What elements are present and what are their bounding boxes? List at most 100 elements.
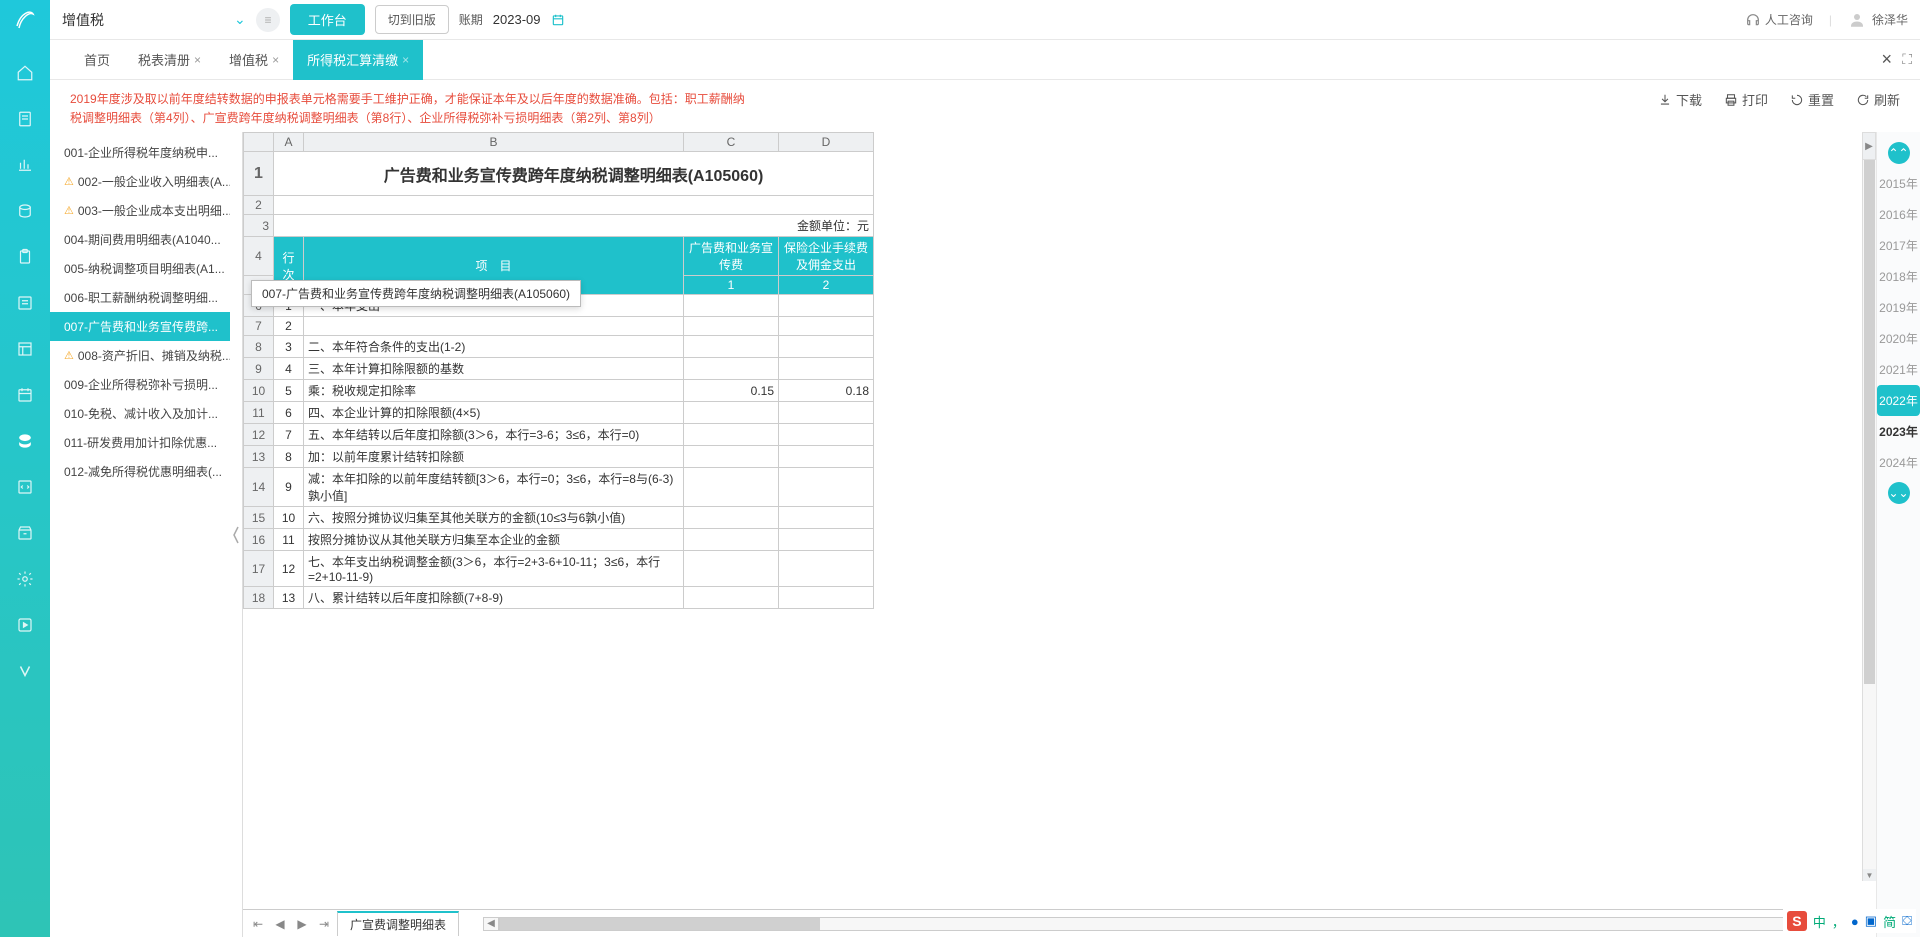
close-icon[interactable]: × bbox=[272, 53, 279, 67]
ime-hint[interactable]: 中 bbox=[1813, 912, 1826, 931]
list-item[interactable]: 006-职工薪酬纳税调整明细... bbox=[50, 283, 230, 312]
app-logo-icon bbox=[13, 8, 37, 32]
tax-icon[interactable] bbox=[15, 431, 35, 451]
v-icon[interactable] bbox=[15, 661, 35, 681]
tab-taxlist[interactable]: 税表清册× bbox=[124, 40, 215, 80]
tooltip: 007-广告费和业务宣传费跨年度纳税调整明细表(A105060) bbox=[251, 280, 581, 307]
year-option[interactable]: 2024年 bbox=[1877, 447, 1920, 478]
scroll-down-icon[interactable]: ▼ bbox=[1863, 869, 1876, 881]
template-icon[interactable] bbox=[15, 339, 35, 359]
year-option[interactable]: 2020年 bbox=[1877, 323, 1920, 354]
year-option[interactable]: 2016年 bbox=[1877, 199, 1920, 230]
list-item[interactable]: ⚠003-一般企业成本支出明细... bbox=[50, 196, 230, 225]
ime-hint[interactable]: ● bbox=[1851, 914, 1859, 929]
year-option[interactable]: 2021年 bbox=[1877, 354, 1920, 385]
topbar: 增值税 ⌄ 工作台 切到旧版 账期 2023-09 人工咨询 | 徐泽华 bbox=[50, 0, 1920, 40]
year-option[interactable]: 2015年 bbox=[1877, 168, 1920, 199]
sheet-tab[interactable]: 广宣费调整明细表 bbox=[337, 911, 459, 936]
tab-home[interactable]: 首页 bbox=[70, 40, 124, 80]
archive-icon[interactable] bbox=[15, 523, 35, 543]
ime-bar: S 中 ， ● ▣ 简 ⛋ bbox=[1783, 909, 1916, 933]
list-item[interactable]: ⚠008-资产折旧、摊销及纳税... bbox=[50, 341, 230, 370]
headset-icon[interactable]: 人工咨询 bbox=[1745, 11, 1813, 28]
page-title: 增值税 bbox=[62, 10, 232, 30]
expand-panel-icon[interactable]: ▶ bbox=[1862, 132, 1876, 160]
home-icon[interactable] bbox=[15, 63, 35, 83]
list-item[interactable]: 001-企业所得税年度纳税申... bbox=[50, 138, 230, 167]
year-option[interactable]: 2019年 bbox=[1877, 292, 1920, 323]
year-up-icon[interactable]: ⌃⌃ bbox=[1888, 142, 1910, 164]
scroll-thumb[interactable] bbox=[500, 918, 820, 930]
reset-button[interactable]: 重置 bbox=[1790, 90, 1834, 109]
collapse-handle[interactable] bbox=[230, 132, 242, 937]
ime-hint[interactable]: 简 bbox=[1883, 912, 1896, 931]
print-button[interactable]: 打印 bbox=[1724, 90, 1768, 109]
sogou-icon[interactable]: S bbox=[1787, 911, 1807, 931]
list-item[interactable]: 004-期间费用明细表(A1040... bbox=[50, 225, 230, 254]
period-value: 2023-09 bbox=[493, 12, 541, 27]
grid-corner bbox=[244, 133, 274, 152]
warning-text: 2019年度涉及取以前年度结转数据的申报表单元格需要手工维护正确，才能保证本年及… bbox=[70, 90, 750, 128]
money-icon[interactable] bbox=[15, 201, 35, 221]
chart-icon[interactable] bbox=[15, 155, 35, 175]
vertical-scrollbar[interactable]: ▲ ▼ bbox=[1862, 132, 1876, 881]
year-option[interactable]: 2018年 bbox=[1877, 261, 1920, 292]
list-item[interactable]: 010-免税、减计收入及加计... bbox=[50, 399, 230, 428]
unit-label: 金额单位：元 bbox=[274, 215, 874, 237]
col-header[interactable]: D bbox=[779, 133, 874, 152]
list-item[interactable]: 005-纳税调整项目明细表(A1... bbox=[50, 254, 230, 283]
user-menu[interactable]: 徐泽华 bbox=[1848, 11, 1908, 29]
year-option[interactable]: 2023年 bbox=[1877, 416, 1920, 447]
download-button[interactable]: 下载 bbox=[1658, 90, 1702, 109]
close-icon[interactable]: × bbox=[402, 53, 409, 67]
tab-vat[interactable]: 增值税× bbox=[215, 40, 293, 80]
year-rail: ⌃⌃ 2015年 2016年 2017年 2018年 2019年 2020年 2… bbox=[1876, 132, 1920, 937]
clipboard-icon[interactable] bbox=[15, 247, 35, 267]
old-version-button[interactable]: 切到旧版 bbox=[375, 5, 449, 34]
horizontal-scrollbar[interactable]: ◀ ▶ bbox=[483, 917, 1870, 931]
ime-hint[interactable]: ， bbox=[1832, 912, 1845, 931]
tab-incometax[interactable]: 所得税汇算清缴× bbox=[293, 40, 423, 80]
col-header[interactable]: C bbox=[684, 133, 779, 152]
list-item[interactable]: 011-研发费用加计扣除优惠... bbox=[50, 428, 230, 457]
list-item[interactable]: 007-广告费和业务宣传费跨... bbox=[50, 312, 230, 341]
ime-hint[interactable]: ⛋ bbox=[1902, 913, 1912, 929]
manual-consult-label: 人工咨询 bbox=[1765, 11, 1813, 28]
year-option[interactable]: 2022年 bbox=[1877, 385, 1920, 416]
list-item[interactable]: 009-企业所得税弥补亏损明... bbox=[50, 370, 230, 399]
doc-icon[interactable] bbox=[15, 109, 35, 129]
col-header[interactable]: B bbox=[304, 133, 684, 152]
calendar-picker-icon[interactable] bbox=[551, 13, 565, 27]
sheet-nav-next-icon[interactable]: ▶ bbox=[293, 917, 311, 931]
spreadsheet[interactable]: A B C D 1广告费和业务宣传费跨年度纳税调整明细表(A105060) 2 … bbox=[243, 132, 1876, 909]
list-item[interactable]: 012-减免所得税优惠明细表(... bbox=[50, 457, 230, 486]
scroll-thumb[interactable] bbox=[1864, 144, 1875, 684]
gear-icon[interactable] bbox=[15, 569, 35, 589]
maximize-icon[interactable]: ⛶ bbox=[1902, 51, 1912, 68]
warn-icon: ⚠ bbox=[64, 175, 74, 188]
scroll-left-icon[interactable]: ◀ bbox=[483, 917, 499, 931]
year-down-icon[interactable]: ⌄⌄ bbox=[1888, 482, 1910, 504]
sheet-nav-last-icon[interactable]: ⇥ bbox=[315, 917, 333, 931]
sheet-tabs: ⇤ ◀ ▶ ⇥ 广宣费调整明细表 ◀ ▶ bbox=[243, 909, 1876, 937]
warn-icon: ⚠ bbox=[64, 204, 74, 217]
sheet-nav-first-icon[interactable]: ⇤ bbox=[249, 917, 267, 931]
play-icon[interactable] bbox=[15, 615, 35, 635]
col-header[interactable]: A bbox=[274, 133, 304, 152]
list-icon[interactable] bbox=[15, 293, 35, 313]
sheet-title: 广告费和业务宣传费跨年度纳税调整明细表(A105060) bbox=[274, 152, 874, 196]
period-label: 账期 bbox=[459, 11, 483, 28]
close-icon[interactable]: × bbox=[194, 53, 201, 67]
form-list: 001-企业所得税年度纳税申... ⚠002-一般企业收入明细表(A... ⚠0… bbox=[50, 132, 230, 937]
transfer-icon[interactable] bbox=[15, 477, 35, 497]
chevron-down-icon[interactable]: ⌄ bbox=[234, 11, 246, 28]
sheet-nav-prev-icon[interactable]: ◀ bbox=[271, 917, 289, 931]
close-all-icon[interactable]: × bbox=[1881, 49, 1892, 70]
calendar-icon[interactable] bbox=[15, 385, 35, 405]
year-option[interactable]: 2017年 bbox=[1877, 230, 1920, 261]
workspace-button[interactable]: 工作台 bbox=[290, 4, 365, 35]
refresh-button[interactable]: 刷新 bbox=[1856, 90, 1900, 109]
collapse-icon[interactable] bbox=[256, 8, 280, 32]
list-item[interactable]: ⚠002-一般企业收入明细表(A... bbox=[50, 167, 230, 196]
ime-hint[interactable]: ▣ bbox=[1865, 913, 1877, 929]
